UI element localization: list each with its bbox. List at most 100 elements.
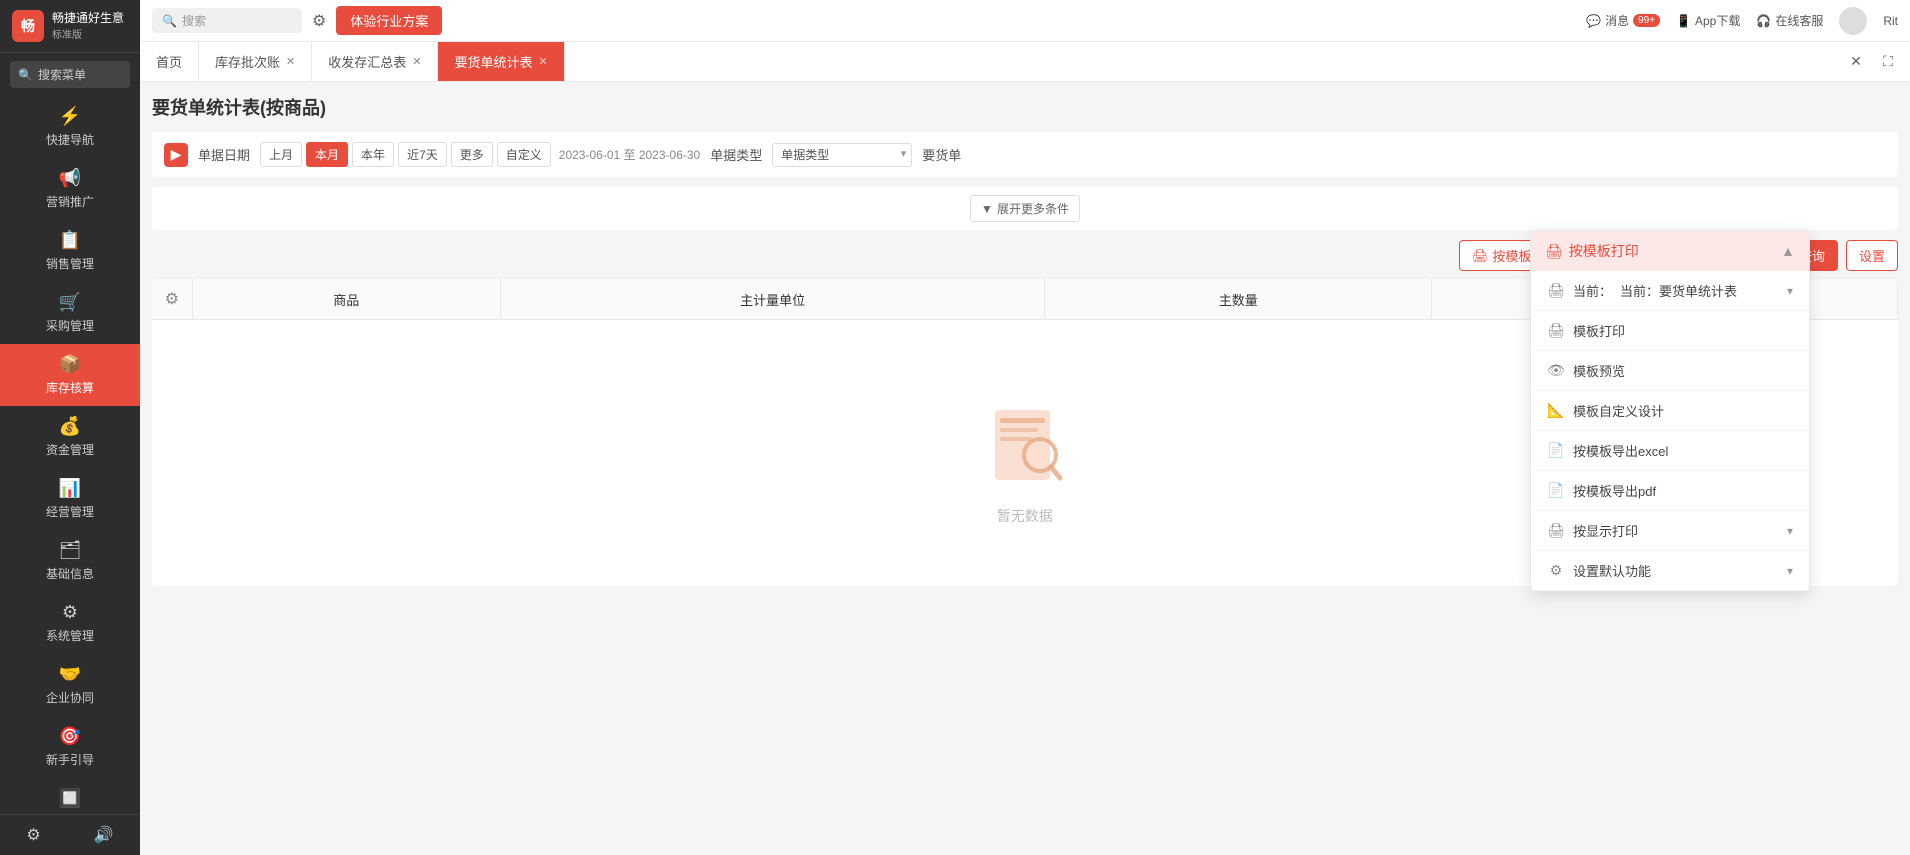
template-design-icon: 📐: [1547, 402, 1565, 419]
sidebar-item-label: 库存核算: [46, 379, 94, 396]
message-action[interactable]: 💬 消息 99+: [1586, 12, 1660, 29]
template-preview-icon: 👁: [1547, 362, 1565, 379]
dropdown-set-default[interactable]: ⚙ 设置默认功能 ▾: [1531, 551, 1809, 591]
settings-icon[interactable]: ⚙: [165, 289, 179, 309]
dropdown-current-item[interactable]: 🖨 当前： 当前：要货单统计表 ▾: [1531, 271, 1809, 311]
set-default-label: 设置默认功能: [1573, 561, 1651, 580]
dropdown-header: 🖨 按模板打印 ▲: [1531, 231, 1809, 271]
username[interactable]: Rit: [1883, 14, 1898, 28]
trial-btn[interactable]: 体验行业方案: [336, 6, 442, 35]
sidebar-item-label: 企业协同: [46, 689, 94, 706]
sidebar-title: 畅捷通好生意: [52, 11, 124, 27]
settings-footer-icon[interactable]: ⚙: [26, 825, 40, 845]
tab-inventory-batch[interactable]: 库存批次账 ✕: [199, 42, 312, 81]
expand-conditions-btn[interactable]: ▼ 展开更多条件: [970, 195, 1080, 222]
tabbar: 首页 库存批次账 ✕ 收发存汇总表 ✕ 要货单统计表 ✕ ✕ ⛶: [140, 42, 1910, 82]
sidebar-item-label: 采购管理: [46, 317, 94, 334]
sidebar-item-inventory[interactable]: 📦 库存核算: [0, 344, 140, 406]
table-header-settings[interactable]: ⚙: [152, 279, 192, 320]
message-label: 消息: [1605, 12, 1629, 29]
sidebar-footer: ⚙ 🔊: [0, 814, 140, 855]
table-header-goods: 商品: [192, 279, 500, 320]
main-area: 🔍 搜索 ⚙ 体验行业方案 💬 消息 99+ 📱 App下载 🎧 在线客服 Ri…: [140, 0, 1910, 855]
sidebar-item-guide[interactable]: 🎯 新手引导: [0, 716, 140, 778]
date-btn-last-month[interactable]: 上月: [260, 142, 302, 167]
tab-home-label: 首页: [156, 52, 182, 71]
date-btn-7days[interactable]: 近7天: [398, 142, 447, 167]
dropdown-close-btn[interactable]: ▲: [1781, 243, 1795, 259]
tab-order-stats-close[interactable]: ✕: [539, 55, 548, 68]
template-preview-label: 模板预览: [1573, 361, 1625, 380]
dropdown-item-export-excel[interactable]: 📄 按模板导出excel: [1531, 431, 1809, 471]
purchase-icon: 🛒: [59, 292, 81, 313]
date-btn-this-year[interactable]: 本年: [352, 142, 394, 167]
sidebar-item-sales[interactable]: 📋 销售管理: [0, 220, 140, 282]
dropdown-item-template-preview[interactable]: 👁 模板预览: [1531, 351, 1809, 391]
sidebar-search[interactable]: 🔍 搜索菜单: [10, 61, 130, 88]
tabbar-expand-btn[interactable]: ⛶: [1874, 48, 1902, 76]
current-item-arrow: ▾: [1787, 284, 1793, 298]
tab-collection-summary-close[interactable]: ✕: [412, 55, 421, 68]
template-print-icon: 🖨: [1547, 322, 1565, 339]
filter-expand-button[interactable]: ▶: [164, 143, 188, 167]
message-badge: 99+: [1633, 14, 1660, 27]
topbar-search[interactable]: 🔍 搜索: [152, 8, 302, 33]
quicknav-icon: ⚡: [59, 106, 81, 127]
inventory-icon: 📦: [59, 354, 81, 375]
tab-order-stats[interactable]: 要货单统计表 ✕: [438, 42, 564, 81]
tabbar-right: ✕ ⛶: [1842, 42, 1910, 81]
print-icon: 🖨: [1472, 248, 1489, 264]
sidebar-item-collab[interactable]: 🤝 企业协同: [0, 654, 140, 716]
set-default-icon: ⚙: [1547, 562, 1565, 579]
type-filter-label: 单据类型: [710, 145, 762, 164]
type-select[interactable]: 单据类型: [772, 143, 912, 167]
display-print-icon: 🖨: [1547, 522, 1565, 539]
expand-icon: ▼: [981, 202, 993, 216]
dropdown-print-icon: 🖨: [1545, 243, 1563, 260]
sidebar: 畅 畅捷通好生意 标准版 🔍 搜索菜单 ⚡ 快捷导航 📢 营销推广 📋 销售管理…: [0, 0, 140, 855]
current-item-label: 当前：: [1573, 281, 1612, 300]
sidebar-item-marketing[interactable]: 📢 营销推广: [0, 158, 140, 220]
date-btn-this-month[interactable]: 本月: [306, 142, 348, 167]
dropdown-item-export-pdf[interactable]: 📄 按模板导出pdf: [1531, 471, 1809, 511]
sidebar-item-label: 经营管理: [46, 503, 94, 520]
tab-inventory-batch-close[interactable]: ✕: [286, 55, 295, 68]
sidebar-item-quicknav[interactable]: ⚡ 快捷导航: [0, 96, 140, 158]
export-pdf-label: 按模板导出pdf: [1573, 481, 1656, 500]
sidebar-item-label: 快捷导航: [46, 131, 94, 148]
dropdown-item-template-print[interactable]: 🖨 模板打印: [1531, 311, 1809, 351]
sidebar-item-purchase[interactable]: 🛒 采购管理: [0, 282, 140, 344]
sidebar-item-finance[interactable]: 💰 资金管理: [0, 406, 140, 468]
settings-btn[interactable]: 设置: [1846, 240, 1898, 271]
date-filter-label: 单据日期: [198, 145, 250, 164]
sidebar-item-label: 新手引导: [46, 751, 94, 768]
speaker-icon[interactable]: 🔊: [94, 825, 114, 845]
sidebar-item-operations[interactable]: 📊 经营管理: [0, 468, 140, 530]
dropdown-item-template-design[interactable]: 📐 模板自定义设计: [1531, 391, 1809, 431]
tabbar-close-btn[interactable]: ✕: [1842, 48, 1870, 76]
sidebar-item-apps[interactable]: 🔲 应用中心: [0, 778, 140, 814]
collab-icon: 🤝: [59, 664, 81, 685]
message-icon: 💬: [1586, 14, 1601, 28]
export-excel-label: 按模板导出excel: [1573, 441, 1668, 460]
tab-home[interactable]: 首页: [140, 42, 199, 81]
tab-order-stats-label: 要货单统计表: [454, 52, 532, 71]
sidebar-item-system[interactable]: ⚙ 系统管理: [0, 592, 140, 654]
app-download-action[interactable]: 📱 App下载: [1676, 12, 1740, 29]
system-icon: ⚙: [62, 602, 78, 623]
dropdown-display-print[interactable]: 🖨 按显示打印 ▾: [1531, 511, 1809, 551]
tab-inventory-batch-label: 库存批次账: [215, 52, 280, 71]
sidebar-item-base[interactable]: 🗂 基础信息: [0, 530, 140, 592]
topbar-search-placeholder: 搜索: [182, 12, 206, 29]
online-service-action[interactable]: 🎧 在线客服: [1756, 12, 1823, 29]
topbar-gear-icon[interactable]: ⚙: [312, 11, 326, 31]
expand-conditions-row: ▼ 展开更多条件: [152, 187, 1898, 230]
finance-icon: 💰: [59, 416, 81, 437]
sidebar-item-label: 系统管理: [46, 627, 94, 644]
date-btn-more[interactable]: 更多: [451, 142, 493, 167]
empty-illustration: [975, 400, 1075, 490]
avatar[interactable]: [1839, 7, 1867, 35]
sidebar-item-label: 资金管理: [46, 441, 94, 458]
date-btn-custom[interactable]: 自定义: [497, 142, 551, 167]
tab-collection-summary[interactable]: 收发存汇总表 ✕: [312, 42, 438, 81]
